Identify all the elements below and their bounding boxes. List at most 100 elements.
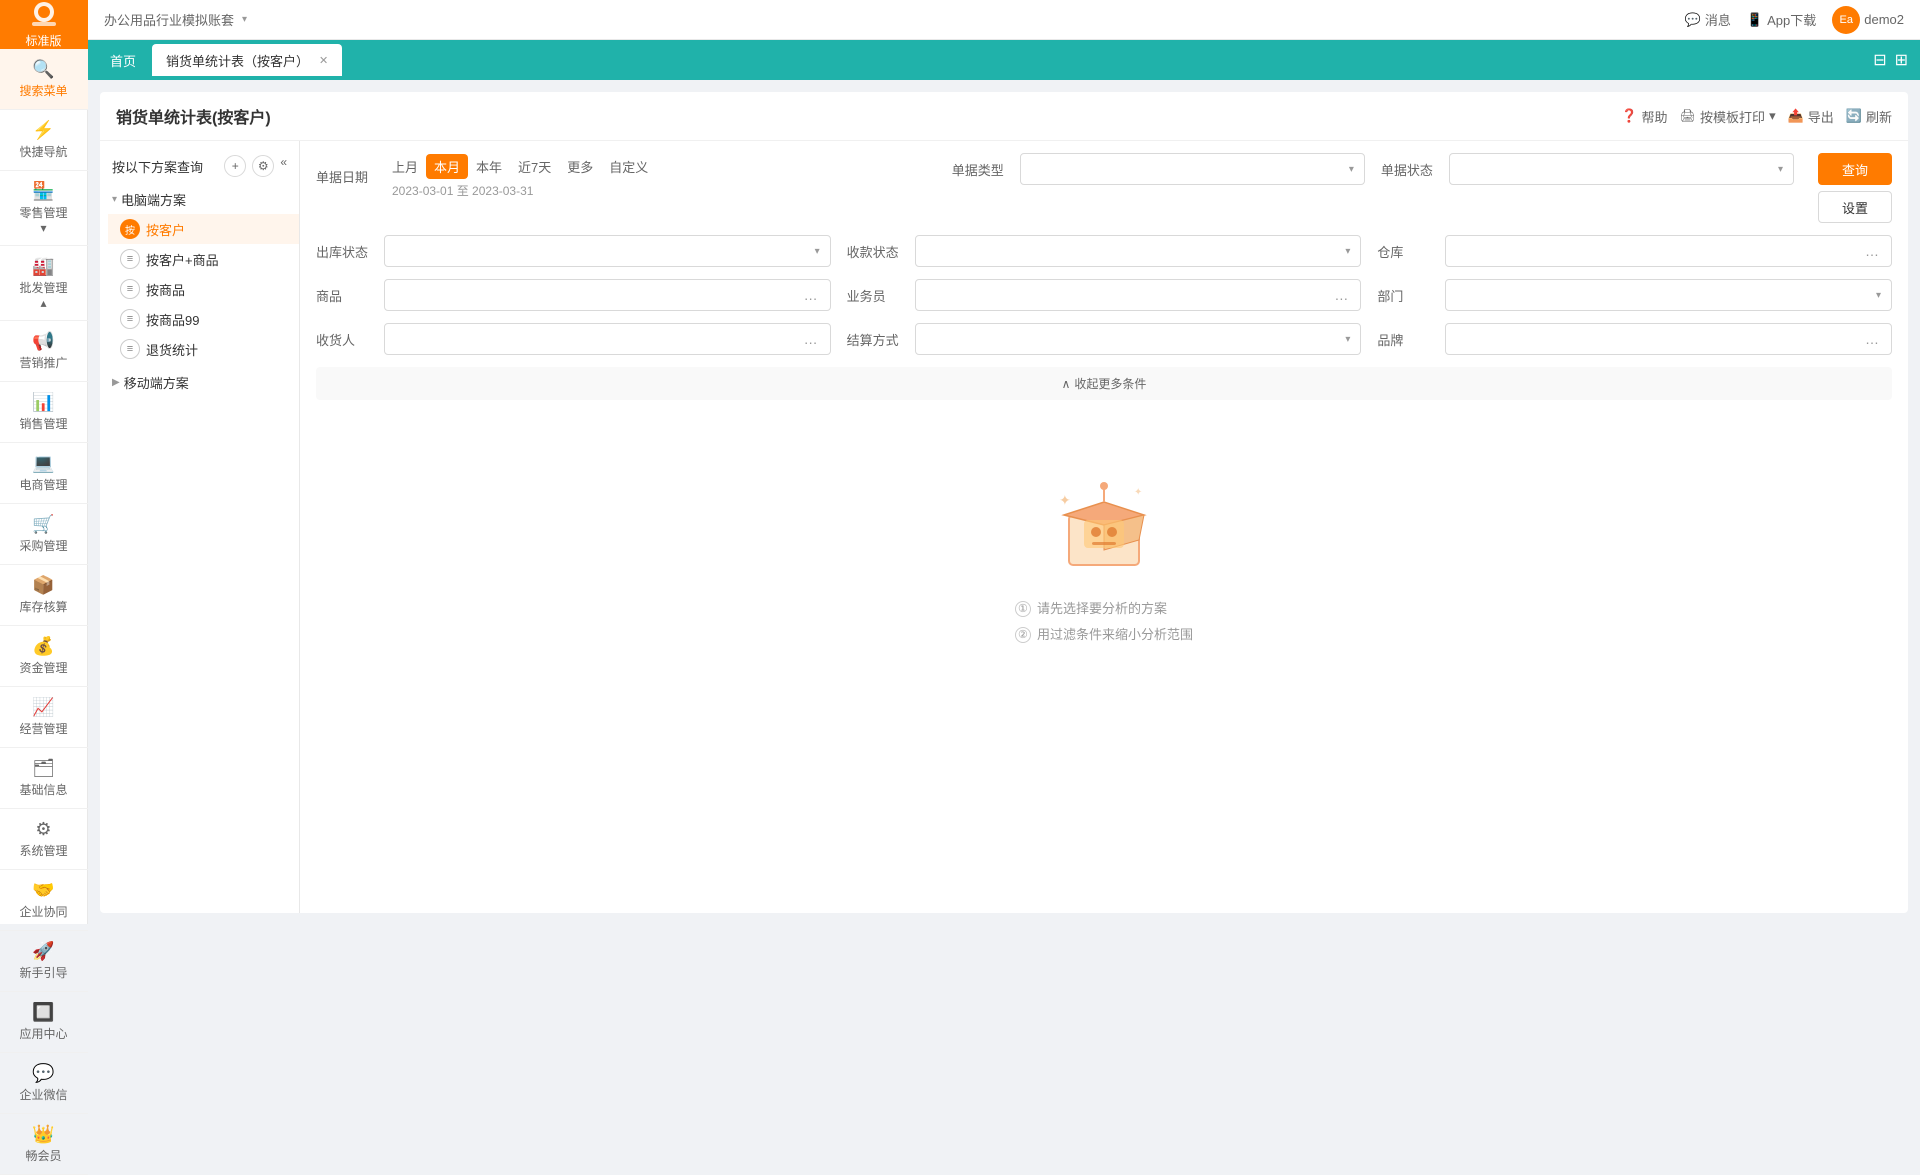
topbar-right: 💬 消息 📱 App下载 Ea demo2 <box>1685 6 1904 34</box>
collapse-bar[interactable]: ∧ 收起更多条件 <box>316 367 1892 400</box>
scheme-item-bycustomergoods-label: 按客户+商品 <box>146 250 219 269</box>
scheme-item-returns[interactable]: ≡ 退货统计 <box>108 334 299 364</box>
department-control[interactable]: ▾ <box>1445 279 1892 311</box>
query-btn[interactable]: 查询 <box>1818 153 1892 185</box>
right-panel: 单据日期 上月 本月 本年 近7天 更多 自定义 20 <box>300 141 1908 913</box>
sidebar-item-operations[interactable]: 📈 经营管理 <box>0 687 88 748</box>
date-btn-lastmonth[interactable]: 上月 <box>384 153 426 180</box>
goods-dots: … <box>804 287 820 303</box>
sidebar-item-quicknav[interactable]: ⚡ 快捷导航 <box>0 110 88 171</box>
date-btn-more[interactable]: 更多 <box>559 153 601 180</box>
base-icon: 🗂 <box>32 758 55 779</box>
date-btn-thisyear[interactable]: 本年 <box>468 153 510 180</box>
sidebar-item-enterprise[interactable]: 🤝 企业协同 <box>0 870 88 931</box>
sidebar-retail-label: 零售管理 <box>19 204 67 221</box>
scheme-group-mobile-label: 移动端方案 <box>124 373 189 392</box>
date-btn-custom[interactable]: 自定义 <box>601 153 656 180</box>
user-menu[interactable]: Ea demo2 <box>1832 6 1904 34</box>
app-download-label: App下载 <box>1767 10 1816 29</box>
search-icon: 🔍 <box>32 59 54 80</box>
sidebar-item-marketing[interactable]: 📢 营销推广 <box>0 321 88 382</box>
member-icon: 👑 <box>32 1124 54 1145</box>
sidebar-item-wholesale[interactable]: 🏭 批发管理 ▴ <box>0 246 88 321</box>
goods-control[interactable]: … <box>384 279 831 311</box>
export-label: 导出 <box>1808 107 1834 126</box>
sidebar-item-member[interactable]: 👑 畅会员 <box>0 1114 88 1175</box>
tabbar: 首页 销货单统计表（按客户） ✕ ⊟ ⊞ <box>88 40 1920 80</box>
help-btn[interactable]: ❓ 帮助 <box>1621 107 1667 126</box>
sidebar-item-base[interactable]: 🗂 基础信息 <box>0 748 88 809</box>
operations-icon: 📈 <box>32 697 54 718</box>
tip-num-2: ② <box>1015 627 1031 643</box>
sidebar-logo: 标准版 <box>0 0 88 49</box>
sidebar-wechat-label: 企业微信 <box>19 1086 67 1103</box>
print-icon: 🖨 <box>1680 108 1697 124</box>
staff-control[interactable]: … <box>915 279 1362 311</box>
refresh-btn[interactable]: 🔄 刷新 <box>1846 107 1892 126</box>
scheme-item-bycustomergoods[interactable]: ≡ 按客户+商品 <box>108 244 299 274</box>
order-type-control[interactable]: ▾ <box>1020 153 1365 185</box>
print-btn[interactable]: 🖨 按模板打印 ▾ <box>1680 107 1776 126</box>
sidebar-item-ecom[interactable]: 💻 电商管理 <box>0 443 88 504</box>
scheme-item-bygoods99[interactable]: ≡ 按商品99 <box>108 304 299 334</box>
sidebar-item-purchase[interactable]: 🛒 采购管理 <box>0 504 88 565</box>
recipient-field: 收货人 … <box>316 323 831 355</box>
left-panel: 按以下方案查询 + ⚙ « ▾ 电脑端方案 <box>100 141 300 913</box>
newbie-icon: 🚀 <box>32 941 54 962</box>
settings-btn[interactable]: 设置 <box>1818 191 1892 223</box>
department-arrow: ▾ <box>1876 290 1881 301</box>
brand-control[interactable]: … <box>1445 323 1892 355</box>
out-status-control[interactable]: ▾ <box>384 235 831 267</box>
sidebar-item-newbie[interactable]: 🚀 新手引导 <box>0 931 88 992</box>
receipt-status-label: 收款状态 <box>847 242 907 261</box>
recipient-control[interactable]: … <box>384 323 831 355</box>
scheme-settings-btn[interactable]: ⚙ <box>252 155 274 177</box>
sidebar-quicknav-label: 快捷导航 <box>19 143 67 160</box>
receipt-status-control[interactable]: ▾ <box>915 235 1362 267</box>
order-type-arrow: ▾ <box>1349 164 1354 175</box>
sidebar-item-retail[interactable]: 🏪 零售管理 ▾ <box>0 171 88 246</box>
staff-label: 业务员 <box>847 286 907 305</box>
order-status-control[interactable]: ▾ <box>1449 153 1794 185</box>
sidebar-item-apps[interactable]: 🔲 应用中心 <box>0 992 88 1053</box>
sidebar-item-finance[interactable]: 💰 资金管理 <box>0 626 88 687</box>
tab-minimize-btn[interactable]: ⊟ <box>1873 50 1886 70</box>
recipient-label: 收货人 <box>316 330 376 349</box>
scheme-group-desktop: ▾ 电脑端方案 按 按客户 ≡ 按客户+商品 <box>100 183 299 366</box>
topbar-dropdown-arrow[interactable]: ▾ <box>242 14 247 25</box>
retail-arrow: ▾ <box>40 221 46 235</box>
message-btn[interactable]: 💬 消息 <box>1685 10 1731 29</box>
scheme-item-bygoods[interactable]: ≡ 按商品 <box>108 274 299 304</box>
sidebar-item-search[interactable]: 🔍 搜索菜单 <box>0 49 88 110</box>
tab-close-btn[interactable]: ✕ <box>319 54 328 67</box>
scheme-group-mobile-arrow: ▶ <box>112 377 120 388</box>
sidebar-ecom-label: 电商管理 <box>19 476 67 493</box>
sidebar-item-sales[interactable]: 📊 销售管理 <box>0 382 88 443</box>
scheme-item-bycustomer[interactable]: 按 按客户 <box>108 214 299 244</box>
sidebar-item-wechat[interactable]: 💬 企业微信 <box>0 1053 88 1114</box>
empty-tips: ① 请先选择要分析的方案 ② 用过滤条件来缩小分析范围 <box>1015 596 1193 648</box>
department-label: 部门 <box>1377 286 1437 305</box>
export-btn[interactable]: 📤 导出 <box>1788 107 1834 126</box>
warehouse-control[interactable]: … <box>1445 235 1892 267</box>
sidebar-item-inventory[interactable]: 📦 库存核算 <box>0 565 88 626</box>
tab-home[interactable]: 首页 <box>96 44 150 76</box>
scheme-add-btn[interactable]: + <box>224 155 246 177</box>
purchase-icon: 🛒 <box>32 514 54 535</box>
scheme-group-mobile-header[interactable]: ▶ 移动端方案 <box>100 368 299 397</box>
settlement-control[interactable]: ▾ <box>915 323 1362 355</box>
date-btn-7days[interactable]: 近7天 <box>510 153 559 180</box>
inventory-icon: 📦 <box>32 575 54 596</box>
page: 销货单统计表(按客户) ❓ 帮助 🖨 按模板打印 ▾ 📤 导出 <box>100 92 1908 913</box>
scheme-collapse-btn[interactable]: « <box>280 155 287 177</box>
app-download-btn[interactable]: 📱 App下载 <box>1747 10 1816 29</box>
scheme-item-bygoods99-icon: ≡ <box>120 309 140 329</box>
date-btn-thismonth[interactable]: 本月 <box>426 154 468 179</box>
settlement-arrow: ▾ <box>1345 334 1350 345</box>
scheme-group-desktop-header[interactable]: ▾ 电脑端方案 <box>100 185 299 214</box>
tab-maximize-btn[interactable]: ⊞ <box>1895 50 1908 70</box>
tab-sales-stat[interactable]: 销货单统计表（按客户） ✕ <box>152 44 342 76</box>
sidebar-purchase-label: 采购管理 <box>19 537 67 554</box>
sidebar-item-system[interactable]: ⚙ 系统管理 <box>0 809 88 870</box>
empty-state: ✦ ✦ ① 请先选择要分析的方案 ② 用过滤条件来缩小分析范围 <box>316 400 1892 708</box>
